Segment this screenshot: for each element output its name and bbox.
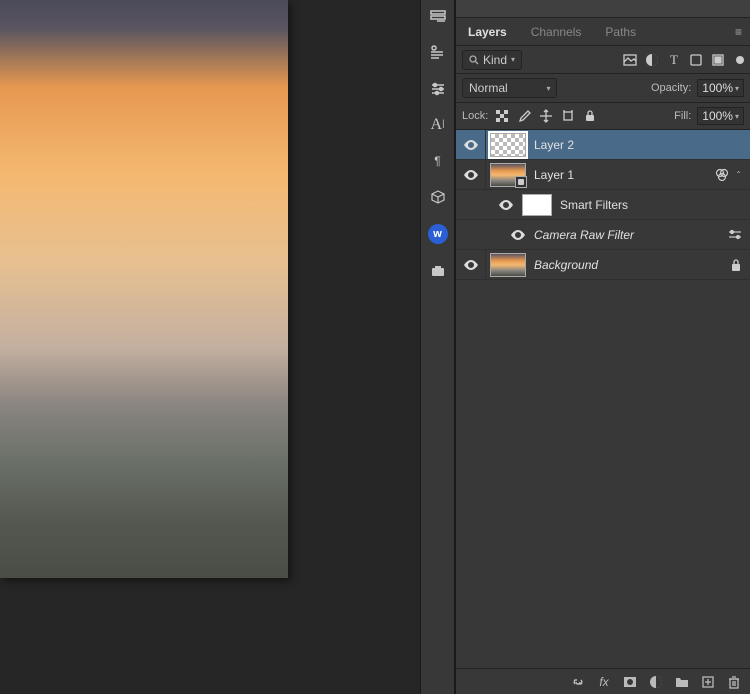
- filter-type-icon[interactable]: T: [666, 52, 682, 68]
- fill-label: Fill:: [674, 110, 691, 122]
- layer-row-layer2[interactable]: Layer 2: [456, 130, 750, 160]
- lock-brush-icon[interactable]: [516, 108, 532, 124]
- lock-row: Lock: Fill: 100%▾: [456, 102, 750, 130]
- layer-row-background[interactable]: Background: [456, 250, 750, 280]
- layers-panel: Layers Channels Paths ≡ Kind ▾ T Normal …: [455, 0, 750, 694]
- new-layer-icon[interactable]: [700, 674, 716, 690]
- package-icon[interactable]: [429, 188, 447, 206]
- visibility-toggle[interactable]: [456, 160, 486, 189]
- smart-filters-row[interactable]: Smart Filters: [456, 190, 750, 220]
- smart-filters-label: Smart Filters: [560, 198, 628, 212]
- panel-tabs: Layers Channels Paths ≡: [456, 18, 750, 46]
- web-icon[interactable]: w: [428, 224, 448, 244]
- type-icon[interactable]: A|: [429, 116, 447, 134]
- fill-value[interactable]: 100%▾: [697, 107, 744, 125]
- canvas-workspace: [0, 0, 420, 694]
- layers-bottom-bar: fx: [456, 668, 750, 694]
- blend-row: Normal ▾ Opacity: 100%▾: [456, 74, 750, 102]
- layer-filter-row: Kind ▾ T: [456, 46, 750, 74]
- mask-icon[interactable]: [622, 674, 638, 690]
- blend-mode-value: Normal: [469, 81, 508, 95]
- panel-menu-icon[interactable]: ≡: [735, 25, 742, 39]
- visibility-toggle[interactable]: [456, 250, 486, 279]
- briefcase-icon[interactable]: [429, 262, 447, 280]
- properties-icon[interactable]: [429, 44, 447, 62]
- filter-kind-dropdown[interactable]: Kind ▾: [462, 50, 522, 70]
- adjustment-layer-icon[interactable]: [648, 674, 664, 690]
- paragraph-icon[interactable]: ¶: [429, 152, 447, 170]
- tab-paths[interactable]: Paths: [593, 18, 648, 46]
- layer-thumbnail[interactable]: [490, 253, 526, 277]
- history-icon[interactable]: [429, 8, 447, 26]
- document-canvas[interactable]: [0, 0, 288, 578]
- opacity-value[interactable]: 100%▾: [697, 79, 744, 97]
- fx-icon[interactable]: fx: [596, 674, 612, 690]
- filter-mask-thumbnail[interactable]: [522, 194, 552, 216]
- filter-shape-icon[interactable]: [688, 52, 704, 68]
- visibility-toggle[interactable]: [494, 190, 518, 219]
- filter-blending-icon[interactable]: [728, 229, 742, 241]
- layers-list: Layer 2 Layer 1 ⌃ Smart Filters Camera R…: [456, 130, 750, 668]
- panel-top-strip: [456, 0, 750, 18]
- tool-dock: A| ¶ w: [420, 0, 455, 694]
- expand-icon[interactable]: ⌃: [735, 170, 742, 179]
- delete-layer-icon[interactable]: [726, 674, 742, 690]
- visibility-toggle[interactable]: [456, 130, 486, 159]
- layer-name[interactable]: Background: [534, 258, 598, 272]
- lock-position-icon[interactable]: [538, 108, 554, 124]
- filter-name[interactable]: Camera Raw Filter: [534, 228, 634, 242]
- tab-layers[interactable]: Layers: [456, 18, 519, 46]
- layer-name[interactable]: Layer 2: [534, 138, 574, 152]
- lock-icon: [730, 258, 742, 272]
- layer-thumbnail[interactable]: [490, 133, 526, 157]
- filter-smart-icon[interactable]: [710, 52, 726, 68]
- visibility-toggle[interactable]: [506, 220, 530, 249]
- lock-all-icon[interactable]: [582, 108, 598, 124]
- layer-name[interactable]: Layer 1: [534, 168, 574, 182]
- filter-adjustment-icon[interactable]: [644, 52, 660, 68]
- filter-effects-icon[interactable]: [715, 168, 729, 182]
- lock-pixels-icon[interactable]: [494, 108, 510, 124]
- lock-label: Lock:: [462, 110, 488, 122]
- smart-object-badge: [515, 176, 527, 188]
- filter-kind-label: Kind: [483, 53, 507, 67]
- adjustments-icon[interactable]: [429, 80, 447, 98]
- layer-row-layer1[interactable]: Layer 1 ⌃: [456, 160, 750, 190]
- opacity-label: Opacity:: [651, 82, 691, 94]
- filter-toggle[interactable]: [736, 56, 744, 64]
- link-layers-icon[interactable]: [570, 674, 586, 690]
- group-icon[interactable]: [674, 674, 690, 690]
- blend-mode-dropdown[interactable]: Normal ▾: [462, 78, 557, 98]
- filter-image-icon[interactable]: [622, 52, 638, 68]
- lock-artboard-icon[interactable]: [560, 108, 576, 124]
- camera-raw-filter-row[interactable]: Camera Raw Filter: [456, 220, 750, 250]
- tab-channels[interactable]: Channels: [519, 18, 594, 46]
- layer-thumbnail[interactable]: [490, 163, 526, 187]
